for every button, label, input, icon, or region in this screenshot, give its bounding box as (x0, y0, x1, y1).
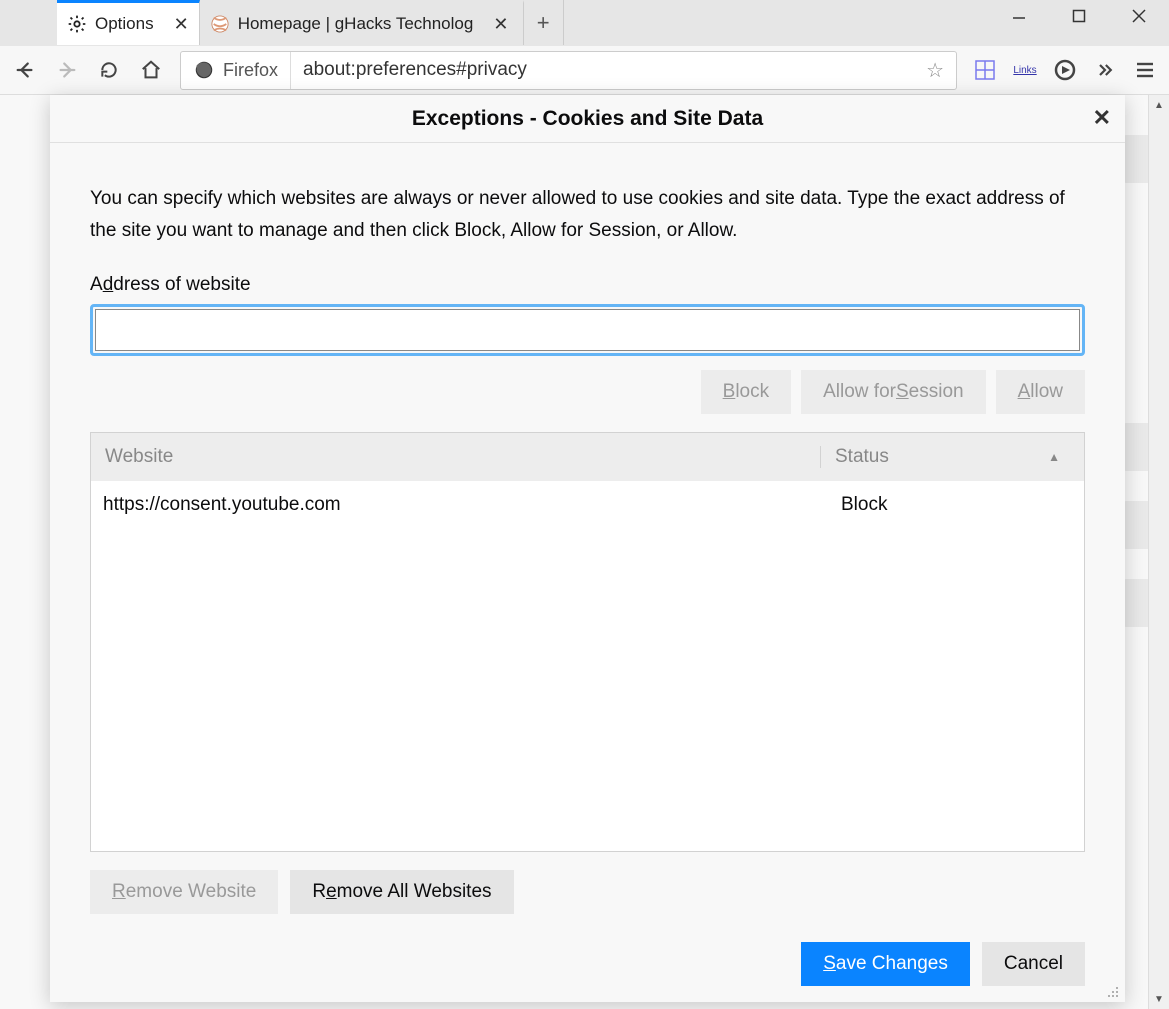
exceptions-dialog: Exceptions - Cookies and Site Data ✕ You… (50, 95, 1125, 1002)
tab-options[interactable]: Options ✕ (57, 0, 200, 45)
cancel-button[interactable]: Cancel (982, 942, 1085, 986)
save-changes-button[interactable]: Save Changes (801, 942, 970, 986)
home-button[interactable] (132, 51, 170, 89)
exceptions-table: Website Status▲ https://consent.youtube.… (90, 432, 1085, 852)
nav-bar: Firefox about:preferences#privacy ☆ Link… (0, 46, 1169, 95)
identity-label: Firefox (223, 60, 278, 81)
site-icon (210, 14, 230, 34)
allow-button[interactable]: Allow (996, 370, 1085, 414)
block-button[interactable]: Block (701, 370, 791, 414)
column-website[interactable]: Website (91, 446, 821, 468)
new-tab-button[interactable]: + (524, 0, 564, 45)
tab-label: Homepage | gHacks Technolog (238, 14, 474, 34)
address-label: Address of website (90, 274, 1085, 296)
close-window-button[interactable] (1109, 0, 1169, 32)
panel-icon[interactable] (967, 52, 1003, 88)
menu-icon[interactable] (1127, 52, 1163, 88)
url-text[interactable]: about:preferences#privacy (291, 59, 914, 81)
url-bar[interactable]: Firefox about:preferences#privacy ☆ (180, 51, 957, 90)
table-header: Website Status▲ (91, 433, 1084, 481)
firefox-icon (193, 59, 215, 81)
window-controls (989, 0, 1169, 46)
tab-ghacks[interactable]: Homepage | gHacks Technolog ✕ (200, 0, 524, 45)
table-row[interactable]: https://consent.youtube.comBlock (91, 481, 1084, 529)
column-status[interactable]: Status▲ (821, 446, 1084, 468)
scrollbar-vertical[interactable]: ▲ ▼ (1148, 95, 1169, 1009)
remove-website-button[interactable]: Remove Website (90, 870, 278, 914)
dialog-close-icon[interactable]: ✕ (1093, 105, 1111, 131)
play-icon[interactable] (1047, 52, 1083, 88)
reload-button[interactable] (90, 51, 128, 89)
scroll-up-arrow[interactable]: ▲ (1149, 95, 1169, 115)
tab-close-icon[interactable]: ✕ (174, 14, 189, 35)
dialog-title: Exceptions - Cookies and Site Data (412, 107, 763, 131)
gear-icon (67, 14, 87, 34)
cell-website: https://consent.youtube.com (91, 494, 821, 516)
minimize-button[interactable] (989, 0, 1049, 32)
cell-status: Block (821, 494, 1084, 516)
tab-close-icon[interactable]: ✕ (493, 14, 508, 35)
title-bar: Options ✕ Homepage | gHacks Technolog ✕ … (0, 0, 1169, 46)
bookmark-star-icon[interactable]: ☆ (914, 58, 956, 83)
tabs: Options ✕ Homepage | gHacks Technolog ✕ … (0, 0, 989, 46)
resize-grip-icon[interactable] (1105, 984, 1119, 998)
remove-all-button[interactable]: Remove All Websites (290, 870, 513, 914)
tab-label: Options (95, 14, 154, 34)
allow-session-button[interactable]: Allow for Session (801, 370, 985, 414)
address-input[interactable] (95, 309, 1080, 351)
permission-buttons: Block Allow for Session Allow (90, 370, 1085, 414)
scroll-down-arrow[interactable]: ▼ (1149, 989, 1169, 1009)
back-button[interactable] (6, 51, 44, 89)
identity-box[interactable]: Firefox (181, 52, 291, 89)
sort-arrow-icon: ▲ (1048, 450, 1060, 464)
dialog-description: You can specify which websites are alway… (90, 183, 1085, 248)
links-icon[interactable]: Links (1007, 52, 1043, 88)
maximize-button[interactable] (1049, 0, 1109, 32)
overflow-icon[interactable] (1087, 52, 1123, 88)
background-controls (1123, 135, 1148, 657)
forward-button[interactable] (48, 51, 86, 89)
dialog-header: Exceptions - Cookies and Site Data ✕ (50, 95, 1125, 143)
